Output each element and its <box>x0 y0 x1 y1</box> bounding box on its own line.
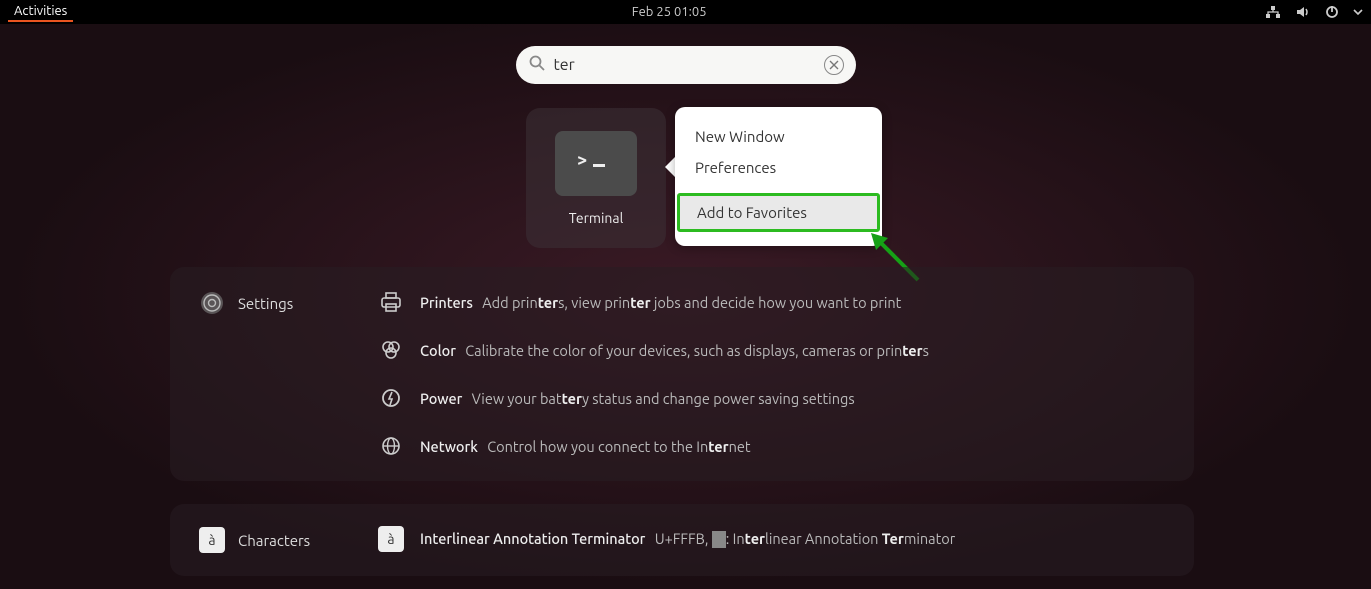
item-title: Interlinear Annotation Terminator <box>420 530 645 547</box>
app-result-terminal[interactable]: > Terminal <box>526 108 666 248</box>
item-desc: View your battery status and change powe… <box>472 390 855 407</box>
settings-item-printers[interactable]: Printers Add printers, view printer jobs… <box>378 289 1166 315</box>
volume-icon[interactable] <box>1295 5 1311 19</box>
characters-icon: à <box>198 526 226 554</box>
item-title: Network <box>420 438 478 455</box>
character-chip-icon: à <box>378 526 404 552</box>
ctx-preferences[interactable]: Preferences <box>675 152 882 183</box>
app-result-label: Terminal <box>569 210 624 226</box>
context-menu: New Window Preferences Add to Favorites <box>665 107 872 246</box>
characters-item-terminator[interactable]: à Interlinear Annotation Terminator U+FF… <box>378 526 1166 552</box>
clear-search-button[interactable] <box>824 55 844 75</box>
ctx-new-window[interactable]: New Window <box>675 121 882 152</box>
terminal-icon: > <box>555 131 637 196</box>
ctx-add-to-favorites[interactable]: Add to Favorites <box>677 193 880 232</box>
item-desc: Control how you connect to the Internet <box>487 438 750 455</box>
item-title: Power <box>420 390 462 407</box>
item-desc: U+FFFB, : Interlinear Annotation Termina… <box>655 530 956 547</box>
characters-results-panel: à Characters à Interlinear Annotation Te… <box>170 504 1194 576</box>
glyph-placeholder <box>712 531 726 548</box>
power-setting-icon <box>378 385 404 411</box>
power-icon[interactable] <box>1325 5 1339 19</box>
printer-icon <box>378 289 404 315</box>
gear-icon <box>198 289 226 317</box>
svg-text:>: > <box>577 150 587 170</box>
top-bar: Activities Feb 25 01:05 <box>0 0 1371 24</box>
item-title: Color <box>420 342 456 359</box>
settings-category[interactable]: Settings <box>198 289 378 317</box>
item-desc: Calibrate the color of your devices, suc… <box>465 342 929 359</box>
settings-item-power[interactable]: Power View your battery status and chang… <box>378 385 1166 411</box>
settings-item-network[interactable]: Network Control how you connect to the I… <box>378 433 1166 459</box>
clock[interactable]: Feb 25 01:05 <box>632 5 707 19</box>
color-icon <box>378 337 404 363</box>
network-icon[interactable] <box>1265 5 1281 19</box>
chevron-down-icon[interactable] <box>1353 8 1363 16</box>
settings-results-panel: Settings Printers Add printers, view pri… <box>170 267 1194 481</box>
item-title: Printers <box>420 294 473 311</box>
search-input[interactable] <box>554 56 816 74</box>
settings-category-label: Settings <box>238 295 293 312</box>
settings-item-color[interactable]: Color Calibrate the color of your device… <box>378 337 1166 363</box>
search-container <box>516 46 856 84</box>
item-desc: Add printers, view printer jobs and deci… <box>482 294 901 311</box>
characters-category-label: Characters <box>238 532 310 549</box>
globe-icon <box>378 433 404 459</box>
characters-category[interactable]: à Characters <box>198 526 378 554</box>
search-icon <box>528 54 546 76</box>
search-bar <box>516 46 856 84</box>
activities-button[interactable]: Activities <box>8 2 73 22</box>
